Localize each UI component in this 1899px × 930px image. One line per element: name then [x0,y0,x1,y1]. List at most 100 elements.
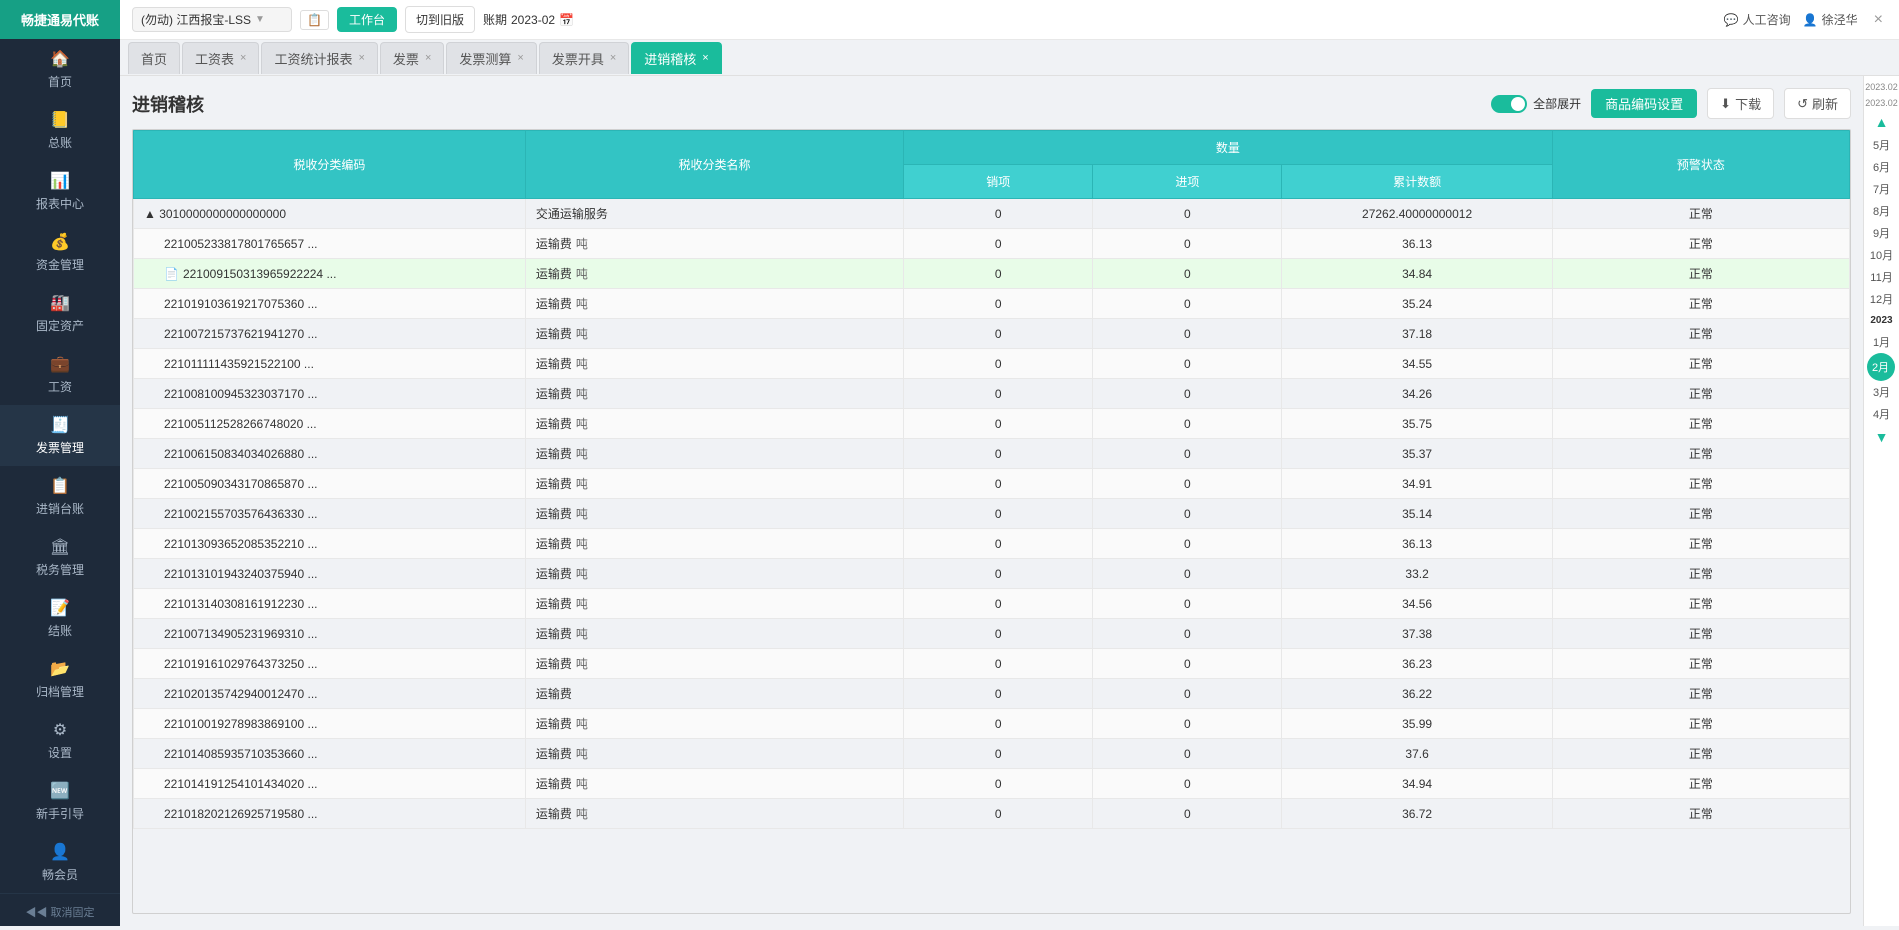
cal-month-prev[interactable]: 9月 [1867,222,1897,244]
sidebar-item-home[interactable]: 🏠 首页 [0,39,120,100]
copy-button[interactable]: 📋 [300,10,329,30]
tab-invoice-open[interactable]: 发票开具 × [539,42,629,74]
table-row-jin: 0 [1093,229,1282,259]
sidebar-item-tax-mgmt[interactable]: 🏛 税务管理 [0,527,120,588]
settle-icon: 📝 [50,598,70,618]
table-row-status: 正常 [1552,349,1849,379]
cal-month-prev[interactable]: 11月 [1867,266,1897,288]
download-button[interactable]: ⬇ 下载 [1707,88,1774,119]
cal-month-prev[interactable]: 7月 [1867,178,1897,200]
table-row-invoice: 221010019278983869100 ... [134,709,526,739]
cal-month-prev[interactable]: 5月 [1867,134,1897,156]
content-area: 进销稽核 全部展开 商品编码设置 ⬇ 下载 ↺ 刷 [120,76,1899,926]
table-row-jin: 0 [1093,409,1282,439]
table-row-invoice: 221014191254101434020 ... [134,769,526,799]
table-row-name: 运输费吨 [525,769,903,799]
settings-button[interactable]: 商品编码设置 [1591,89,1697,118]
sidebar-item-guide[interactable]: 🆕 新手引导 [0,771,120,832]
table-row-invoice: 221013093652085352210 ... [134,529,526,559]
download-icon: ⬇ [1720,96,1731,112]
company-dropdown-icon: ▼ [255,14,265,25]
refresh-button[interactable]: ↺ 刷新 [1784,88,1851,119]
sidebar-item-asset-label: 固定资产 [36,317,84,334]
support-label: 人工咨询 [1743,11,1791,28]
table-row-invoice: 221014085935710353660 ... [134,739,526,769]
tab-invoice[interactable]: 发票 × [380,42,444,74]
cal-month[interactable]: 2月 [1867,353,1895,381]
sidebar-item-sales-ledger[interactable]: 📋 进销台账 [0,466,120,527]
user-profile[interactable]: 👤 徐泾华 [1803,11,1858,28]
tab-invoice-calc[interactable]: 发票测算 × [446,42,536,74]
sidebar-item-settings[interactable]: ⚙ 设置 [0,710,120,771]
workbench-button[interactable]: 工作台 [337,7,397,32]
unit-label: 吨 [576,267,588,281]
table-row-invoice: 221013101943240375940 ... [134,559,526,589]
unit-label: 吨 [576,477,588,491]
cal-month-prev[interactable]: 10月 [1867,244,1897,266]
table-row-status: 正常 [1552,259,1849,289]
tab-invoice-open-close[interactable]: × [610,52,616,64]
switch-version-button[interactable]: 切到旧版 [405,6,475,33]
tab-invoice-close[interactable]: × [425,52,431,64]
cal-month-prev[interactable]: 6月 [1867,156,1897,178]
table-row-name: 运输费吨 [525,589,903,619]
cal-month[interactable]: 1月 [1867,331,1897,353]
unit-label: 吨 [576,417,588,431]
unit-label: 吨 [576,357,588,371]
toggle-track[interactable] [1491,95,1527,113]
cal-month-prev[interactable]: 12月 [1867,288,1897,310]
unit-label: 吨 [576,507,588,521]
tab-reconcile[interactable]: 进销稽核 × [631,42,721,74]
table-row-status: 正常 [1552,679,1849,709]
support-link[interactable]: 💬 人工咨询 [1724,11,1791,28]
sidebar-item-salary[interactable]: 💼 工资 [0,344,120,405]
tab-salary-report-close[interactable]: × [358,52,364,64]
app-logo: 畅捷通易代账 [0,0,120,39]
toggle-expand[interactable]: 全部展开 [1491,95,1581,113]
table-row-xiao: 0 [904,289,1093,319]
report-icon: 📊 [50,171,70,191]
cal-year-prev2: 2023.02 [1863,96,1899,110]
sidebar-item-member[interactable]: 👤 畅会员 [0,832,120,893]
table-row-xiao: 0 [904,379,1093,409]
home-icon: 🏠 [50,49,70,69]
cal-month-prev[interactable]: 8月 [1867,200,1897,222]
close-button[interactable]: × [1870,11,1887,29]
table-row-status: 正常 [1552,529,1849,559]
tab-salary-report[interactable]: 工资统计报表 × [261,42,377,74]
table-row-xiao: 0 [904,799,1093,829]
company-selector[interactable]: (勿动) 江西报宝-LSS ▼ [132,7,292,32]
sidebar-item-invoice-mgmt[interactable]: 🧾 发票管理 [0,405,120,466]
refresh-icon: ↺ [1797,96,1808,112]
sidebar-item-settle[interactable]: 📝 结账 [0,588,120,649]
tab-salary-close[interactable]: × [240,52,246,64]
guide-icon: 🆕 [50,781,70,801]
tab-home[interactable]: 首页 [128,42,180,74]
tab-salary[interactable]: 工资表 × [182,42,259,74]
sidebar-item-ledger[interactable]: 📒 总账 [0,100,120,161]
member-icon: 👤 [50,842,70,862]
sidebar-item-asset[interactable]: 🏭 固定资产 [0,283,120,344]
right-sidebar: 2023.02 2023.02 ▲ 5月6月7月8月9月10月11月12月 20… [1863,76,1899,926]
table-row-xiao: 0 [904,469,1093,499]
cal-month[interactable]: 3月 [1867,381,1897,403]
sidebar-item-archive[interactable]: 📂 归档管理 [0,649,120,710]
table-row-total: 34.55 [1282,349,1552,379]
calendar-icon[interactable]: 📅 [559,13,574,27]
tab-invoice-calc-close[interactable]: × [517,52,523,64]
cal-month[interactable]: 4月 [1867,403,1897,425]
tab-reconcile-close[interactable]: × [702,52,708,64]
sidebar-footer-pin[interactable]: ◀◀ 取消固定 [0,893,120,930]
table-row-status: 正常 [1552,289,1849,319]
cal-arrow-down[interactable]: ▼ [1873,427,1891,447]
table-row-jin: 0 [1093,439,1282,469]
cal-arrow-up[interactable]: ▲ [1873,112,1891,132]
table-row-total: 37.18 [1282,319,1552,349]
sidebar-item-fund[interactable]: 💰 资金管理 [0,222,120,283]
col-header-xiao: 销项 [904,165,1093,199]
archive-icon: 📂 [50,659,70,679]
col-header-total: 累计数额 [1282,165,1552,199]
table-row-invoice: 221005233817801765657 ... [134,229,526,259]
sidebar-item-report[interactable]: 📊 报表中心 [0,161,120,222]
sidebar-item-settle-label: 结账 [48,622,72,639]
